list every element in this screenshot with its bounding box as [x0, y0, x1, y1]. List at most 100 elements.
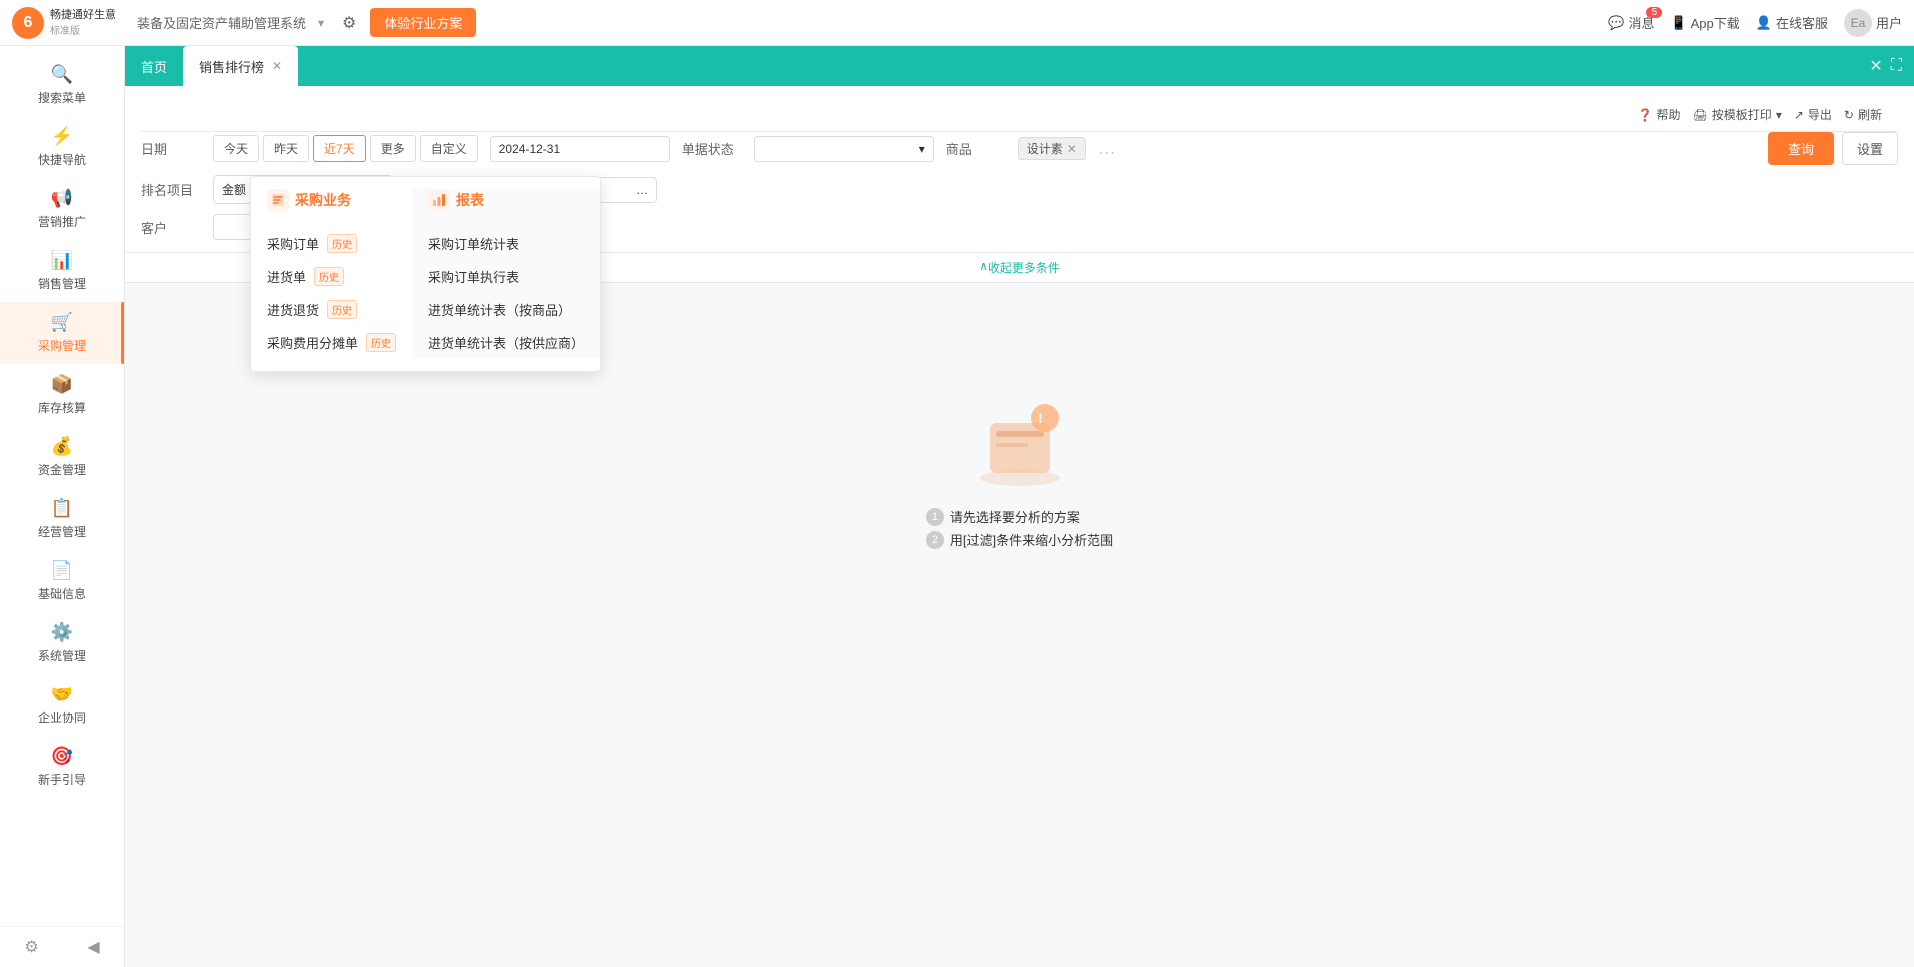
online-service-btn[interactable]: 👤 在线客服 [1756, 13, 1828, 32]
active-indicator [121, 302, 124, 364]
custom-time-btn[interactable]: 自定义 [420, 135, 478, 162]
tip-text-2: 用[过滤]条件来缩小分析范围 [950, 530, 1113, 549]
order-stats-label: 采购订单统计表 [428, 234, 519, 253]
date-label: 日期 [141, 139, 201, 158]
sidebar-collapse-btn[interactable]: ◀ [87, 937, 99, 957]
menu-item-order-exec[interactable]: 采购订单执行表 [428, 260, 584, 293]
date-input[interactable]: 2024-12-31 [490, 136, 670, 162]
refresh-btn[interactable]: ↻ 刷新 [1844, 106, 1882, 123]
goods-tag-close[interactable]: ✕ [1067, 142, 1077, 156]
today-btn[interactable]: 今天 [213, 135, 259, 162]
home-tab-label: 首页 [141, 57, 167, 76]
tab-close-all-btn[interactable]: ✕ [1869, 56, 1882, 76]
status-select-arrow: ▾ [919, 142, 925, 156]
logo-icon: 6 [12, 7, 44, 39]
app-download-btn[interactable]: 📱 App下载 [1670, 13, 1739, 32]
menu-item-inbound[interactable]: 进货单 历史 [267, 260, 396, 293]
col2-header: 报表 [428, 189, 584, 217]
tab-bar: 首页 销售排行榜 ✕ ✕ ⛶ [125, 46, 1914, 86]
yesterday-btn[interactable]: 昨天 [263, 135, 309, 162]
menu-item-cost-allocation[interactable]: 采购费用分摊单 历史 [267, 326, 396, 359]
sidebar-item-collaboration[interactable]: 🤝 企业协同 [0, 674, 124, 736]
rank-value: 金额 [222, 181, 246, 198]
settings-btn[interactable]: 设置 [1842, 132, 1898, 165]
purchase-report-col: 报表 采购订单统计表 采购订单执行表 进货单统计表（按商品） 进货单统计表（按供… [412, 189, 600, 359]
goods-tag: 设计素 ✕ [1018, 137, 1086, 160]
sidebar-item-label: 搜索菜单 [38, 89, 86, 106]
sidebar-item-label: 资金管理 [38, 461, 86, 478]
finance-icon: 💰 [51, 436, 73, 457]
user-avatar-btn[interactable]: Ea 用户 [1844, 9, 1902, 37]
sidebar-item-search[interactable]: 🔍 搜索菜单 [0, 54, 124, 116]
tab-close-btn[interactable]: ✕ [272, 59, 282, 73]
sidebar-settings-btn[interactable]: ⚙ [24, 937, 38, 957]
logo-sub: 标准版 [50, 22, 116, 37]
inbound-stats-supplier-label: 进货单统计表（按供应商） [428, 333, 584, 352]
operations-icon: 📋 [51, 498, 73, 519]
inventory-icon: 📦 [51, 374, 73, 395]
menu-item-return[interactable]: 进货退货 历史 [267, 293, 396, 326]
purchase-order-label: 采购订单 [267, 234, 319, 253]
user-label: 用户 [1876, 13, 1902, 32]
content-area: 首页 销售排行榜 ✕ ✕ ⛶ ❓ 帮助 [125, 46, 1914, 967]
tab-home[interactable]: 首页 [125, 46, 183, 86]
page-content: ❓ 帮助 🖨 按模板打印 ▾ ↗ 导出 ↻ 刷新 [125, 86, 1914, 967]
sidebar-item-inventory[interactable]: 📦 库存核算 [0, 364, 124, 426]
sidebar-item-basic-info[interactable]: 📄 基础信息 [0, 550, 124, 612]
sidebar-item-marketing[interactable]: 📢 营销推广 [0, 178, 124, 240]
print-btn[interactable]: 🖨 按模板打印 ▾ [1693, 106, 1782, 123]
title-dropdown-btn[interactable]: ▾ [314, 14, 328, 32]
menu-item-purchase-order[interactable]: 采购订单 历史 [267, 227, 396, 260]
menu-item-order-stats[interactable]: 采购订单统计表 [428, 227, 584, 260]
col1-header: 采购业务 [267, 189, 396, 217]
tab-sales-rank[interactable]: 销售排行榜 ✕ [183, 46, 298, 86]
tab-expand-btn[interactable]: ⛶ [1891, 57, 1902, 75]
settings-icon-btn[interactable]: ⚙ [336, 11, 362, 35]
goods-label: 商品 [946, 139, 1006, 158]
col2-icon [428, 189, 450, 211]
tip-num-2: 2 [926, 531, 944, 549]
phone-icon: 📱 [1670, 15, 1686, 31]
sidebar-item-system[interactable]: ⚙️ 系统管理 [0, 612, 124, 674]
collapse-text: 收起更多条件 [988, 259, 1060, 276]
sidebar-item-label: 经营管理 [38, 523, 86, 540]
empty-tip-2: 2 用[过滤]条件来缩小分析范围 [926, 530, 1113, 549]
history-badge-4: 历史 [366, 333, 396, 352]
more-time-btn[interactable]: 更多 [370, 135, 416, 162]
col1-title: 采购业务 [295, 190, 351, 210]
help-icon: ❓ [1638, 108, 1653, 122]
sidebar-item-guide[interactable]: 🎯 新手引导 [0, 736, 124, 798]
tip-text-1: 请先选择要分析的方案 [950, 507, 1080, 526]
sidebar-item-purchase[interactable]: 🛒 采购管理 [0, 302, 124, 364]
tip-num-1: 1 [926, 508, 944, 526]
rank-label: 排名项目 [141, 180, 201, 199]
sidebar-item-label: 销售管理 [38, 275, 86, 292]
logo-area: 6 畅捷通好生意 标准版 [12, 7, 137, 39]
tab-bar-right: ✕ ⛶ [1869, 56, 1914, 76]
empty-tips: 1 请先选择要分析的方案 2 用[过滤]条件来缩小分析范围 [926, 503, 1113, 553]
message-btn[interactable]: 💬 消息 5 [1608, 13, 1654, 32]
sidebar-item-sales[interactable]: 📊 销售管理 [0, 240, 124, 302]
sidebar-item-quicknav[interactable]: ⚡ 快捷导航 [0, 116, 124, 178]
salesman-more-dots: … [636, 183, 648, 197]
last7days-btn[interactable]: 近7天 [313, 135, 366, 162]
purchase-dropdown-menu: 采购业务 采购订单 历史 进货单 历史 进货退货 历史 [250, 176, 601, 372]
sidebar-item-finance[interactable]: 💰 资金管理 [0, 426, 124, 488]
query-btn[interactable]: 查询 [1768, 132, 1834, 165]
sidebar-item-operations[interactable]: 📋 经营管理 [0, 488, 124, 550]
export-btn[interactable]: ↗ 导出 [1794, 106, 1832, 123]
menu-item-inbound-stats-goods[interactable]: 进货单统计表（按商品） [428, 293, 584, 326]
help-btn[interactable]: ❓ 帮助 [1638, 106, 1681, 123]
menu-item-inbound-stats-supplier[interactable]: 进货单统计表（按供应商） [428, 326, 584, 359]
top-bar-right: 💬 消息 5 📱 App下载 👤 在线客服 Ea 用户 [1608, 9, 1902, 37]
inbound-stats-goods-label: 进货单统计表（按商品） [428, 300, 571, 319]
industry-btn[interactable]: 体验行业方案 [370, 8, 476, 37]
app-title: 装备及固定资产辅助管理系统 [137, 13, 306, 32]
status-select[interactable]: ▾ [754, 136, 934, 162]
col1-icon [267, 189, 289, 211]
history-badge-3: 历史 [327, 300, 357, 319]
guide-icon: 🎯 [51, 746, 73, 767]
goods-more-dots[interactable]: … [1098, 138, 1116, 159]
sidebar-item-label: 营销推广 [38, 213, 86, 230]
history-badge-2: 历史 [314, 267, 344, 286]
